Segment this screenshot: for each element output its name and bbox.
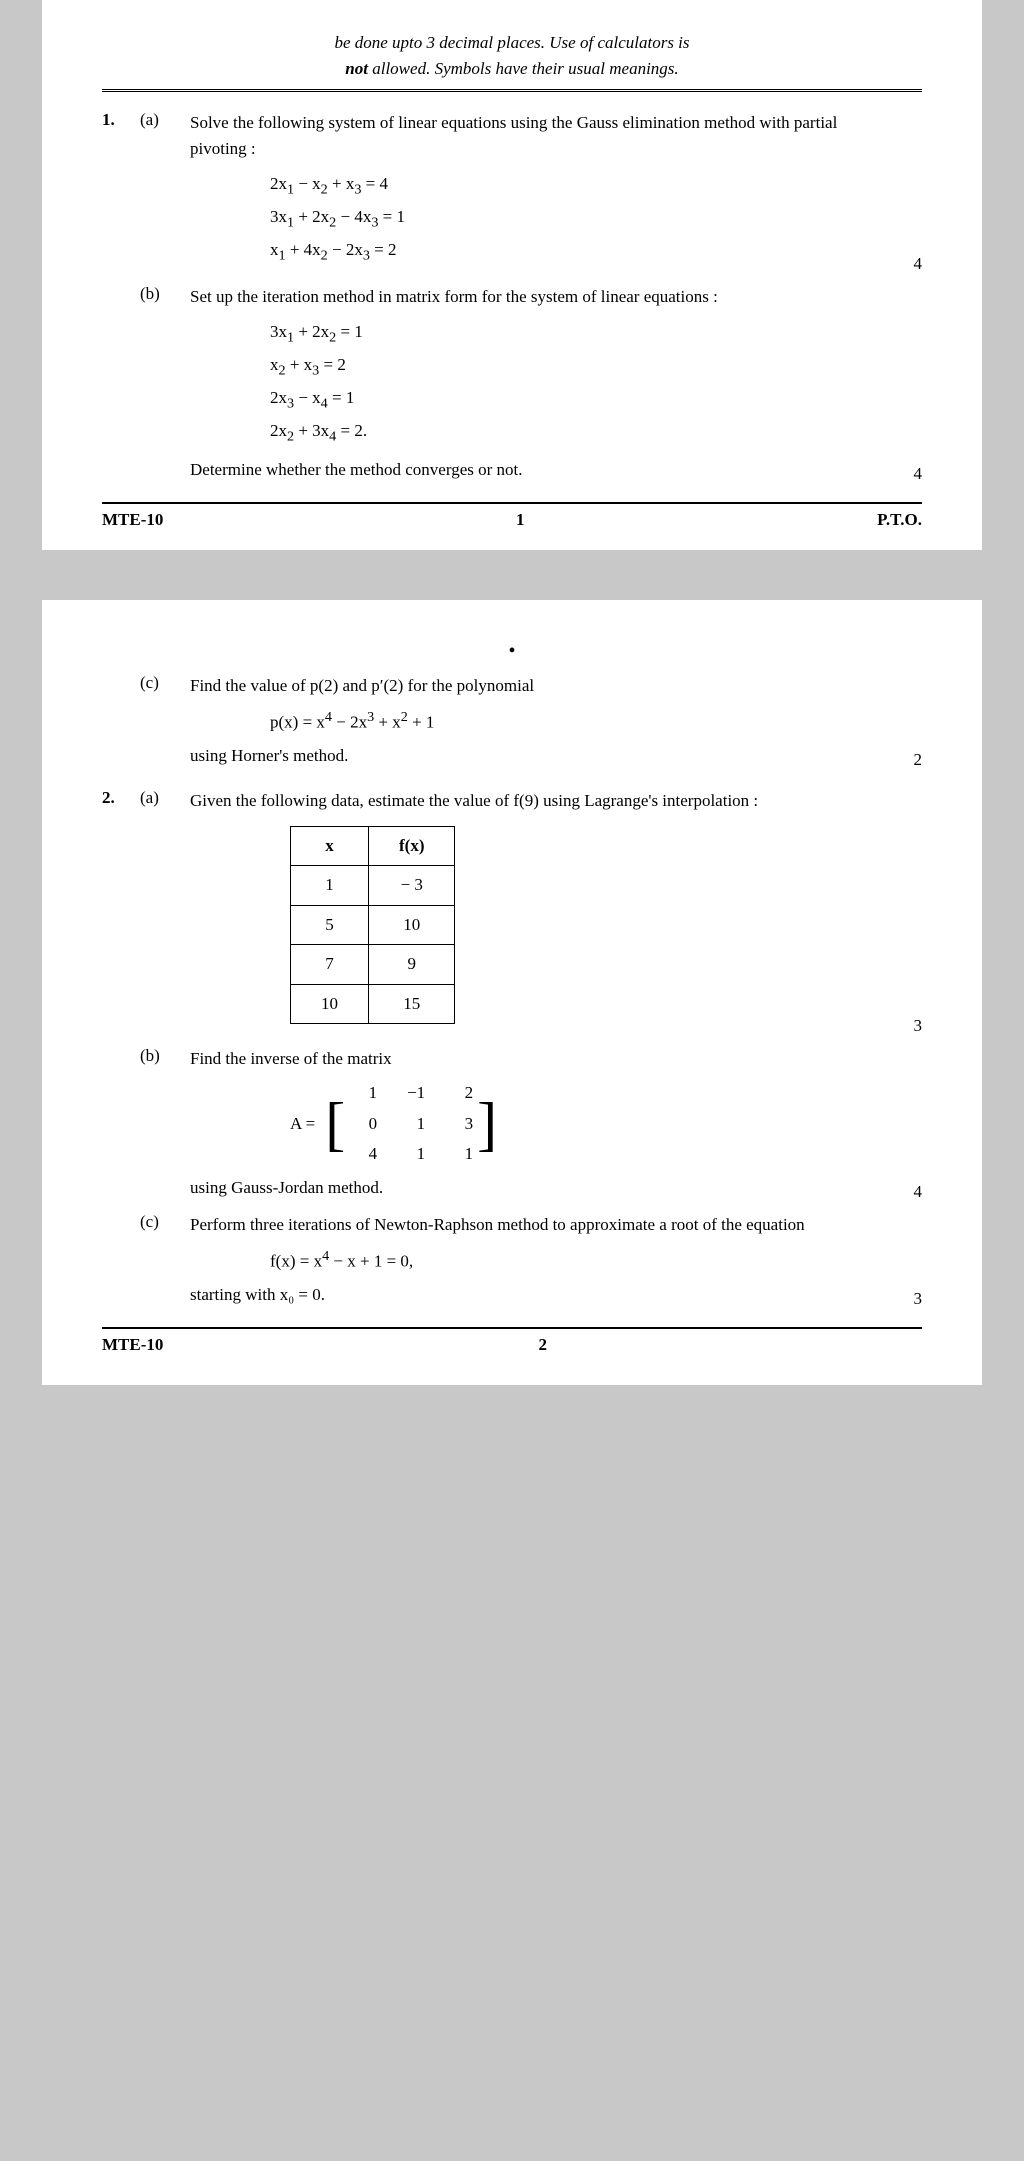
q2a-table: x f(x) 1 − 3 5 10 xyxy=(290,826,455,1024)
q1b-eq4: 2x2 + 3x4 = 2. xyxy=(270,416,892,449)
q1c-poly: p(x) = x4 − 2x3 + x2 + 1 xyxy=(270,705,892,737)
q2c-equations: f(x) = x4 − x + 1 = 0, xyxy=(270,1244,892,1276)
page-1: be done upto 3 decimal places. Use of ca… xyxy=(42,0,982,550)
q1b-converge: Determine whether the method converges o… xyxy=(190,457,892,483)
q1-row: 1. (a) Solve the following system of lin… xyxy=(102,110,922,274)
m31: 4 xyxy=(349,1141,377,1167)
table-cell-fx2: 10 xyxy=(369,905,455,944)
q1c-marks: 2 xyxy=(892,750,922,770)
q2a-marks: 3 xyxy=(892,1016,922,1036)
matrix-display: A = [ 1 −1 2 0 1 3 xyxy=(290,1080,497,1167)
table-cell-x4: 10 xyxy=(291,984,369,1023)
q1b-eq3: 2x3 − x4 = 1 xyxy=(270,383,892,416)
q2b-matrix-block: A = [ 1 −1 2 0 1 3 xyxy=(290,1080,892,1167)
bracket-left: [ xyxy=(325,1094,345,1154)
q1c-polynomial: p(x) = x4 − 2x3 + x2 + 1 xyxy=(270,705,892,737)
page-2: • (c) Find the value of p(2) and p′(2) f… xyxy=(42,600,982,1385)
q2b-marks: 4 xyxy=(892,1182,922,1202)
q1a-equations: 2x1 − x2 + x3 = 4 3x1 + 2x2 − 4x3 = 1 x1… xyxy=(270,169,892,269)
q1c-part: (c) xyxy=(140,673,190,693)
table-row: 1 − 3 xyxy=(291,866,455,905)
q1a-part: (a) xyxy=(140,110,190,130)
q2c-eq: f(x) = x4 − x + 1 = 0, xyxy=(270,1244,892,1276)
table-cell-x3: 7 xyxy=(291,945,369,984)
m32: 1 xyxy=(397,1141,425,1167)
header-line1: be done upto 3 decimal places. Use of ca… xyxy=(334,33,689,52)
m22: 1 xyxy=(397,1111,425,1137)
q1b-equations: 3x1 + 2x2 = 1 x2 + x3 = 2 2x3 − x4 = 1 2… xyxy=(270,317,892,450)
q1c-row: (c) Find the value of p(2) and p′(2) for… xyxy=(102,673,922,770)
table-row: 10 15 xyxy=(291,984,455,1023)
table-cell-x1: 1 xyxy=(291,866,369,905)
table-cell-fx3: 9 xyxy=(369,945,455,984)
q1a-eq3: x1 + 4x2 − 2x3 = 2 xyxy=(270,235,892,268)
q2b-method: using Gauss-Jordan method. xyxy=(190,1175,892,1201)
divider xyxy=(102,89,922,92)
header: be done upto 3 decimal places. Use of ca… xyxy=(102,30,922,81)
footer2-left: MTE-10 xyxy=(102,1335,163,1355)
matrix-row-3: 4 1 1 xyxy=(349,1141,473,1167)
footer1-right: P.T.O. xyxy=(877,510,922,530)
footer1-center: 1 xyxy=(516,510,525,530)
m11: 1 xyxy=(349,1080,377,1106)
q1a-eq1: 2x1 − x2 + x3 = 4 xyxy=(270,169,892,202)
question-1c: (c) Find the value of p(2) and p′(2) for… xyxy=(102,673,922,770)
m21: 0 xyxy=(349,1111,377,1137)
page1-footer: MTE-10 1 P.T.O. xyxy=(102,502,922,530)
q1c-text: Find the value of p(2) and p′(2) for the… xyxy=(190,673,892,770)
footer1-left: MTE-10 xyxy=(102,510,163,530)
q1b-eq1: 3x1 + 2x2 = 1 xyxy=(270,317,892,350)
m13: 2 xyxy=(445,1080,473,1106)
q2c-starting: starting with x₀ = 0. xyxy=(190,1282,892,1308)
q2-number: 2. xyxy=(102,788,140,808)
m12: −1 xyxy=(397,1080,425,1106)
q2b-row: (b) Find the inverse of the matrix A = [… xyxy=(102,1046,922,1202)
m33: 1 xyxy=(445,1141,473,1167)
q2a-row: 2. (a) Given the following data, estimat… xyxy=(102,788,922,1036)
matrix-label: A = xyxy=(290,1111,315,1137)
q2a-text: Given the following data, estimate the v… xyxy=(190,788,892,1036)
q2c-part: (c) xyxy=(140,1212,190,1232)
table-header-fx: f(x) xyxy=(369,827,455,866)
q2b-text: Find the inverse of the matrix A = [ 1 −… xyxy=(190,1046,892,1202)
page-gap xyxy=(0,550,1024,580)
q1b-part: (b) xyxy=(140,284,190,304)
q2a-part: (a) xyxy=(140,788,190,808)
q1b-marks: 4 xyxy=(892,464,922,484)
q2b-part: (b) xyxy=(140,1046,190,1066)
q2c-row: (c) Perform three iterations of Newton-R… xyxy=(102,1212,922,1309)
question-1: 1. (a) Solve the following system of lin… xyxy=(102,110,922,484)
header-not: not xyxy=(345,59,368,78)
bracket-right: ] xyxy=(477,1094,497,1154)
q1b-eq2: x2 + x3 = 2 xyxy=(270,350,892,383)
matrix-row-2: 0 1 3 xyxy=(349,1111,473,1137)
table-header-x: x xyxy=(291,827,369,866)
page2-footer: MTE-10 2 xyxy=(102,1327,922,1355)
dot-separator: • xyxy=(102,640,922,663)
matrix-row-1: 1 −1 2 xyxy=(349,1080,473,1106)
q1a-eq2: 3x1 + 2x2 − 4x3 = 1 xyxy=(270,202,892,235)
q1a-marks: 4 xyxy=(892,254,922,274)
q1a-text: Solve the following system of linear equ… xyxy=(190,110,892,274)
question-2: 2. (a) Given the following data, estimat… xyxy=(102,788,922,1309)
q2c-text: Perform three iterations of Newton-Raphs… xyxy=(190,1212,892,1309)
table-row: 5 10 xyxy=(291,905,455,944)
q2c-marks: 3 xyxy=(892,1289,922,1309)
q1-number: 1. xyxy=(102,110,140,130)
q2a-table-container: x f(x) 1 − 3 5 10 xyxy=(290,826,892,1024)
m23: 3 xyxy=(445,1111,473,1137)
q1b-text: Set up the iteration method in matrix fo… xyxy=(190,284,892,483)
header-line2: allowed. Symbols have their usual meanin… xyxy=(368,59,679,78)
q1b-row: (b) Set up the iteration method in matri… xyxy=(102,284,922,483)
table-cell-x2: 5 xyxy=(291,905,369,944)
table-cell-fx1: − 3 xyxy=(369,866,455,905)
matrix-rows: 1 −1 2 0 1 3 4 1 xyxy=(349,1080,473,1167)
table-row: 7 9 xyxy=(291,945,455,984)
footer2-center: 2 xyxy=(538,1335,547,1355)
table-cell-fx4: 15 xyxy=(369,984,455,1023)
